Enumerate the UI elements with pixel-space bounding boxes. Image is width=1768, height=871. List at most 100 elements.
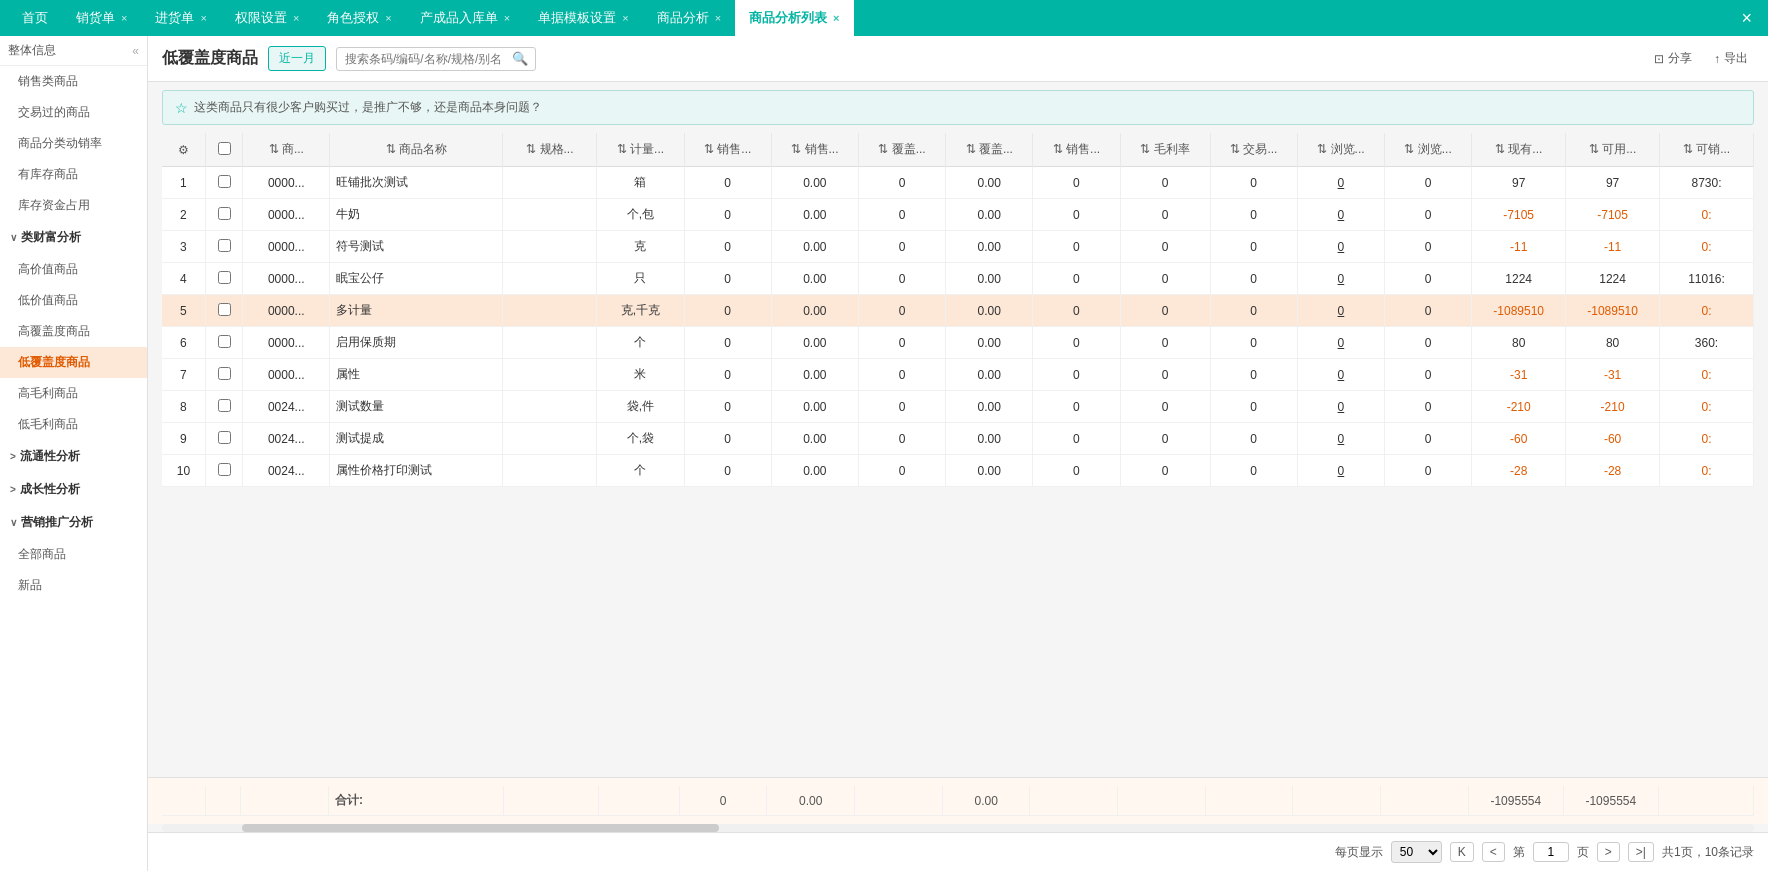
current-page-input[interactable] [1533,842,1569,862]
sidebar-item-traded-goods[interactable]: 交易过的商品 [0,97,147,128]
col-name[interactable]: ⇅ 商品名称 [330,133,503,167]
row-stock: -1089510 [1472,295,1566,327]
sidebar-item-sales-goods[interactable]: 销售类商品 [0,66,147,97]
row-checkbox[interactable] [205,167,243,199]
select-all-checkbox[interactable] [218,142,231,155]
row-browse1[interactable]: 0 [1297,391,1384,423]
sidebar-section-growth[interactable]: > 成长性分析 [0,473,147,506]
row-checkbox[interactable] [205,231,243,263]
row-checkbox[interactable] [205,199,243,231]
search-input[interactable] [336,47,536,71]
col-available[interactable]: ⇅ 可用... [1566,133,1660,167]
row-code: 0024... [243,391,330,423]
col-sales3[interactable]: ⇅ 销售... [1033,133,1120,167]
nav-home[interactable]: 首页 [8,0,62,36]
last-page-button[interactable]: >| [1628,842,1654,862]
row-sales2: 0.00 [771,231,858,263]
row-checkbox[interactable] [205,295,243,327]
sidebar-item-new-goods[interactable]: 新品 [0,570,147,601]
row-trade: 0 [1210,391,1297,423]
share-button[interactable]: ⊡ 分享 [1648,47,1698,70]
nav-goods-analysis[interactable]: 商品分析 × [643,0,735,36]
col-cover1[interactable]: ⇅ 覆盖... [858,133,945,167]
col-code[interactable]: ⇅ 商... [243,133,330,167]
close-icon[interactable]: × [504,12,510,24]
row-checkbox[interactable] [205,359,243,391]
nav-goods-analysis-list[interactable]: 商品分析列表 × [735,0,853,36]
first-page-button[interactable]: K [1450,842,1474,862]
nav-product-inbound[interactable]: 产成品入库单 × [406,0,524,36]
sidebar-item-capital-occupation[interactable]: 库存资金占用 [0,190,147,221]
collapse-icon[interactable]: « [132,44,139,58]
col-unit[interactable]: ⇅ 计量... [597,133,684,167]
close-icon[interactable]: × [622,12,628,24]
nav-role-auth[interactable]: 角色授权 × [313,0,405,36]
col-trade[interactable]: ⇅ 交易... [1210,133,1297,167]
sidebar-item-in-stock[interactable]: 有库存商品 [0,159,147,190]
sidebar-item-low-gross[interactable]: 低毛利商品 [0,409,147,440]
col-spec[interactable]: ⇅ 规格... [503,133,597,167]
nav-purchase-order[interactable]: 进货单 × [141,0,220,36]
prev-page-button[interactable]: < [1482,842,1505,862]
row-browse1[interactable]: 0 [1297,295,1384,327]
col-sales2[interactable]: ⇅ 销售... [771,133,858,167]
row-browse1[interactable]: 0 [1297,359,1384,391]
table-header-row: ⚙ ⇅ 商... ⇅ 商品名称 ⇅ 规格... ⇅ 计量... ⇅ 销售... … [162,133,1754,167]
row-name: 多计量 [330,295,503,327]
row-spec [503,231,597,263]
row-code: 0024... [243,455,330,487]
col-cover2[interactable]: ⇅ 覆盖... [946,133,1033,167]
sidebar-section-circulation[interactable]: > 流通性分析 [0,440,147,473]
nav-template-settings[interactable]: 单据模板设置 × [524,0,642,36]
sidebar-item-low-coverage[interactable]: 低覆盖度商品 [0,347,147,378]
close-icon[interactable]: × [715,12,721,24]
col-gross-rate[interactable]: ⇅ 毛利率 [1120,133,1210,167]
col-sellable[interactable]: ⇅ 可销... [1660,133,1754,167]
row-browse1[interactable]: 0 [1297,263,1384,295]
close-icon[interactable]: × [833,12,839,24]
row-sales2: 0.00 [771,455,858,487]
row-browse1[interactable]: 0 [1297,199,1384,231]
sidebar-item-high-value[interactable]: 高价值商品 [0,254,147,285]
sidebar-section-wealth-analysis[interactable]: ∨ 类财富分析 [0,221,147,254]
sidebar-overall-info[interactable]: 整体信息 « [0,36,147,66]
nav-sales-order[interactable]: 销货单 × [62,0,141,36]
col-browse2[interactable]: ⇅ 浏览... [1385,133,1472,167]
col-sales1[interactable]: ⇅ 销售... [684,133,771,167]
row-checkbox[interactable] [205,327,243,359]
row-browse1[interactable]: 0 [1297,327,1384,359]
row-checkbox[interactable] [205,423,243,455]
sidebar-item-high-coverage[interactable]: 高覆盖度商品 [0,316,147,347]
next-page-button[interactable]: > [1597,842,1620,862]
col-settings[interactable]: ⚙ [162,133,205,167]
row-trade: 0 [1210,167,1297,199]
sidebar-item-category-turnover[interactable]: 商品分类动销率 [0,128,147,159]
row-checkbox[interactable] [205,263,243,295]
date-filter-recent-month[interactable]: 近一月 [268,46,326,71]
row-spec [503,391,597,423]
row-browse1[interactable]: 0 [1297,167,1384,199]
row-checkbox[interactable] [205,391,243,423]
nav-permissions[interactable]: 权限设置 × [221,0,313,36]
row-checkbox[interactable] [205,455,243,487]
close-icon[interactable]: × [385,12,391,24]
sidebar-section-marketing[interactable]: ∨ 营销推广分析 [0,506,147,539]
sidebar-item-low-value[interactable]: 低价值商品 [0,285,147,316]
close-icon[interactable]: × [293,12,299,24]
close-all-button[interactable]: × [1733,8,1760,29]
horizontal-scrollbar[interactable] [162,824,1754,832]
close-icon[interactable]: × [200,12,206,24]
row-browse1[interactable]: 0 [1297,455,1384,487]
sidebar-item-all-goods[interactable]: 全部商品 [0,539,147,570]
close-icon[interactable]: × [121,12,127,24]
col-checkbox[interactable] [205,133,243,167]
row-browse1[interactable]: 0 [1297,423,1384,455]
scrollbar-thumb[interactable] [242,824,720,832]
col-stock[interactable]: ⇅ 现有... [1472,133,1566,167]
per-page-select[interactable]: 50 20 100 [1391,841,1442,863]
row-name: 属性价格打印测试 [330,455,503,487]
col-browse1[interactable]: ⇅ 浏览... [1297,133,1384,167]
row-browse1[interactable]: 0 [1297,231,1384,263]
sidebar-item-high-gross[interactable]: 高毛利商品 [0,378,147,409]
export-button[interactable]: ↑ 导出 [1708,47,1754,70]
